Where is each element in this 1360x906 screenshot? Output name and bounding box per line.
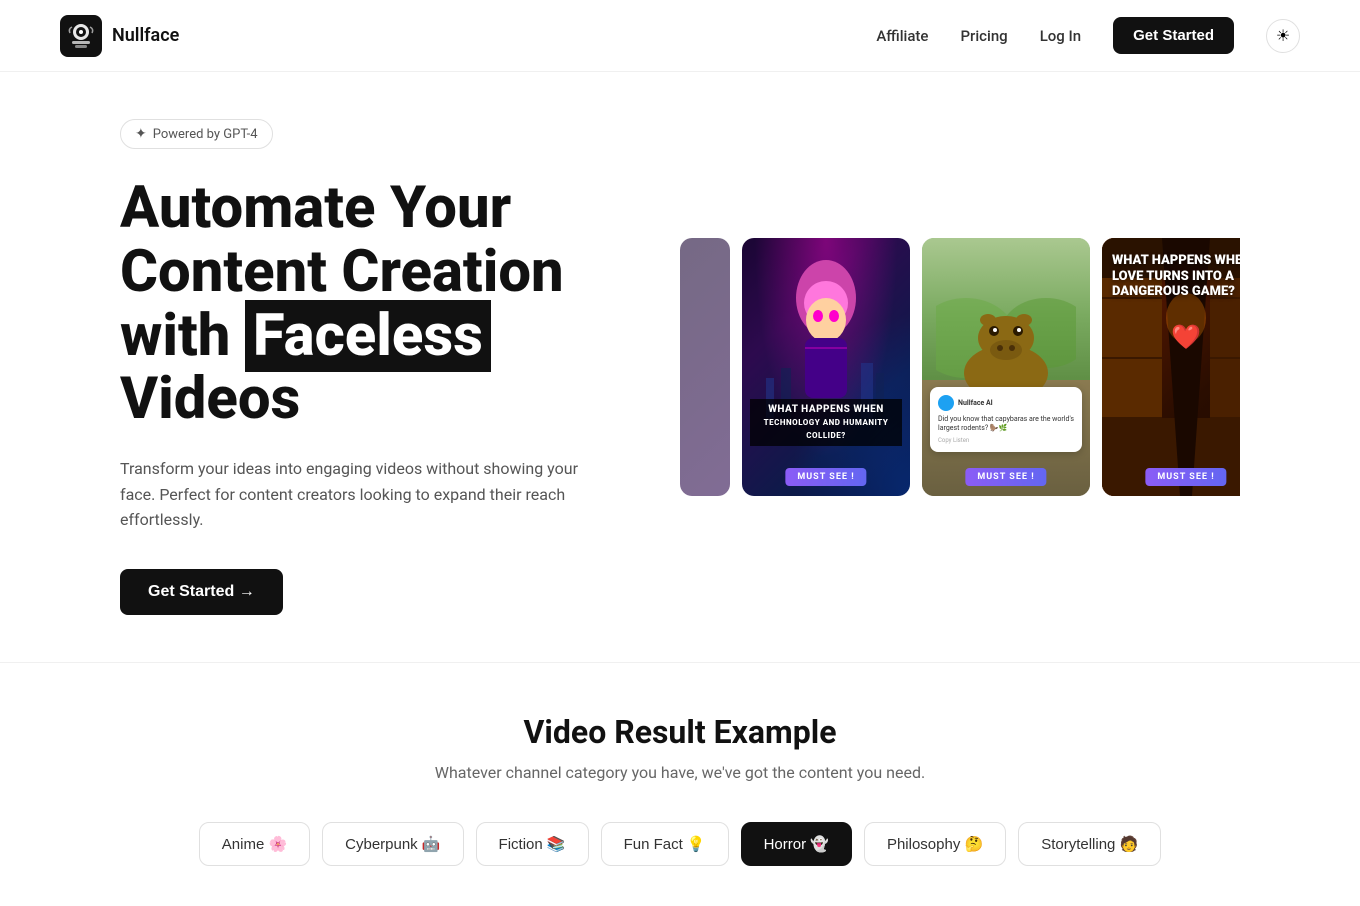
gpt-badge-text: Powered by GPT-4	[153, 127, 258, 142]
navbar: Nullface Affiliate Pricing Log In Get St…	[0, 0, 1360, 72]
category-tab-horror[interactable]: Horror 👻	[741, 822, 852, 866]
capybara-tweet-overlay: Nullface AI Did you know that capybaras …	[930, 387, 1082, 452]
categories-title: Video Result Example	[60, 713, 1300, 751]
affiliate-link[interactable]: Affiliate	[876, 27, 928, 45]
cyberpunk-must-see: MUST SEE !	[785, 468, 866, 486]
tweet-body: Did you know that capybaras are the worl…	[938, 415, 1074, 433]
sun-icon: ☀	[1276, 26, 1290, 46]
nav-links: Affiliate Pricing Log In Get Started ☀	[876, 17, 1300, 54]
category-tab-storytelling[interactable]: Storytelling 🧑	[1018, 822, 1161, 866]
romance-must-see: MUST SEE !	[1145, 468, 1226, 486]
video-card-capybara: Nullface AI Did you know that capybaras …	[922, 238, 1090, 496]
login-link[interactable]: Log In	[1040, 27, 1081, 45]
logo-link[interactable]: Nullface	[60, 15, 179, 57]
cyberpunk-overlay-top: WHAT HAPPENS WHEN TECHNOLOGY AND HUMANIT…	[750, 399, 902, 446]
cyberpunk-overlay-text: WHAT HAPPENS WHEN TECHNOLOGY AND HUMANIT…	[742, 393, 910, 452]
category-tab-philosophy[interactable]: Philosophy 🤔	[864, 822, 1006, 866]
gpt4-badge: ✦ Powered by GPT-4	[120, 119, 273, 149]
video-card-partial-left	[680, 238, 730, 496]
categories-section: Video Result Example Whatever channel ca…	[0, 662, 1360, 906]
hero-subtext: Transform your ideas into engaging video…	[120, 456, 580, 533]
tweet-username: Nullface AI	[958, 399, 993, 407]
theme-toggle-button[interactable]: ☀	[1266, 19, 1300, 53]
headline-line3-prefix: with	[120, 302, 245, 370]
logo-text: Nullface	[112, 25, 179, 46]
category-tabs: Anime 🌸 Cyberpunk 🤖 Fiction 📚 Fun Fact 💡 Hor…	[60, 822, 1300, 866]
video-card-cyberpunk: WHAT HAPPENS WHEN TECHNOLOGY AND HUMANIT…	[742, 238, 910, 496]
romance-overlay-text: WHAT HAPPENS WHEN LOVE TURNS INTO A DANG…	[1112, 253, 1240, 300]
hero-section: ✦ Powered by GPT-4 Automate Your Content…	[0, 72, 1360, 662]
logo-icon	[60, 15, 102, 57]
hero-left: ✦ Powered by GPT-4 Automate Your Content…	[120, 119, 620, 615]
categories-subtitle: Whatever channel category you have, we'v…	[60, 763, 1300, 782]
get-started-nav-button[interactable]: Get Started	[1113, 17, 1234, 54]
hero-headline: Automate Your Content Creation with Face…	[120, 177, 620, 432]
category-tab-fun-fact[interactable]: Fun Fact 💡	[601, 822, 729, 866]
pricing-link[interactable]: Pricing	[960, 27, 1007, 45]
category-tab-fiction[interactable]: Fiction 📚	[476, 822, 589, 866]
headline-line1: Automate Your	[120, 174, 511, 242]
category-tab-anime[interactable]: Anime 🌸	[199, 822, 310, 866]
romance-heart: ❤️	[1171, 323, 1201, 351]
get-started-hero-button[interactable]: Get Started →	[120, 569, 283, 615]
headline-highlight: Faceless	[245, 300, 491, 372]
headline-line4: Videos	[120, 365, 300, 433]
hero-video-cards: WHAT HAPPENS WHEN TECHNOLOGY AND HUMANIT…	[680, 238, 1240, 496]
capybara-must-see: MUST SEE !	[965, 468, 1046, 486]
video-card-romance: WHAT HAPPENS WHEN LOVE TURNS INTO A DANG…	[1102, 238, 1240, 496]
gpt-badge-icon: ✦	[135, 126, 147, 142]
tweet-actions: Copy Listen	[938, 437, 1074, 444]
category-tab-cyberpunk[interactable]: Cyberpunk 🤖	[322, 822, 463, 866]
tweet-avatar	[938, 395, 954, 411]
tweet-header: Nullface AI	[938, 395, 1074, 411]
headline-line2: Content Creation	[120, 238, 564, 306]
